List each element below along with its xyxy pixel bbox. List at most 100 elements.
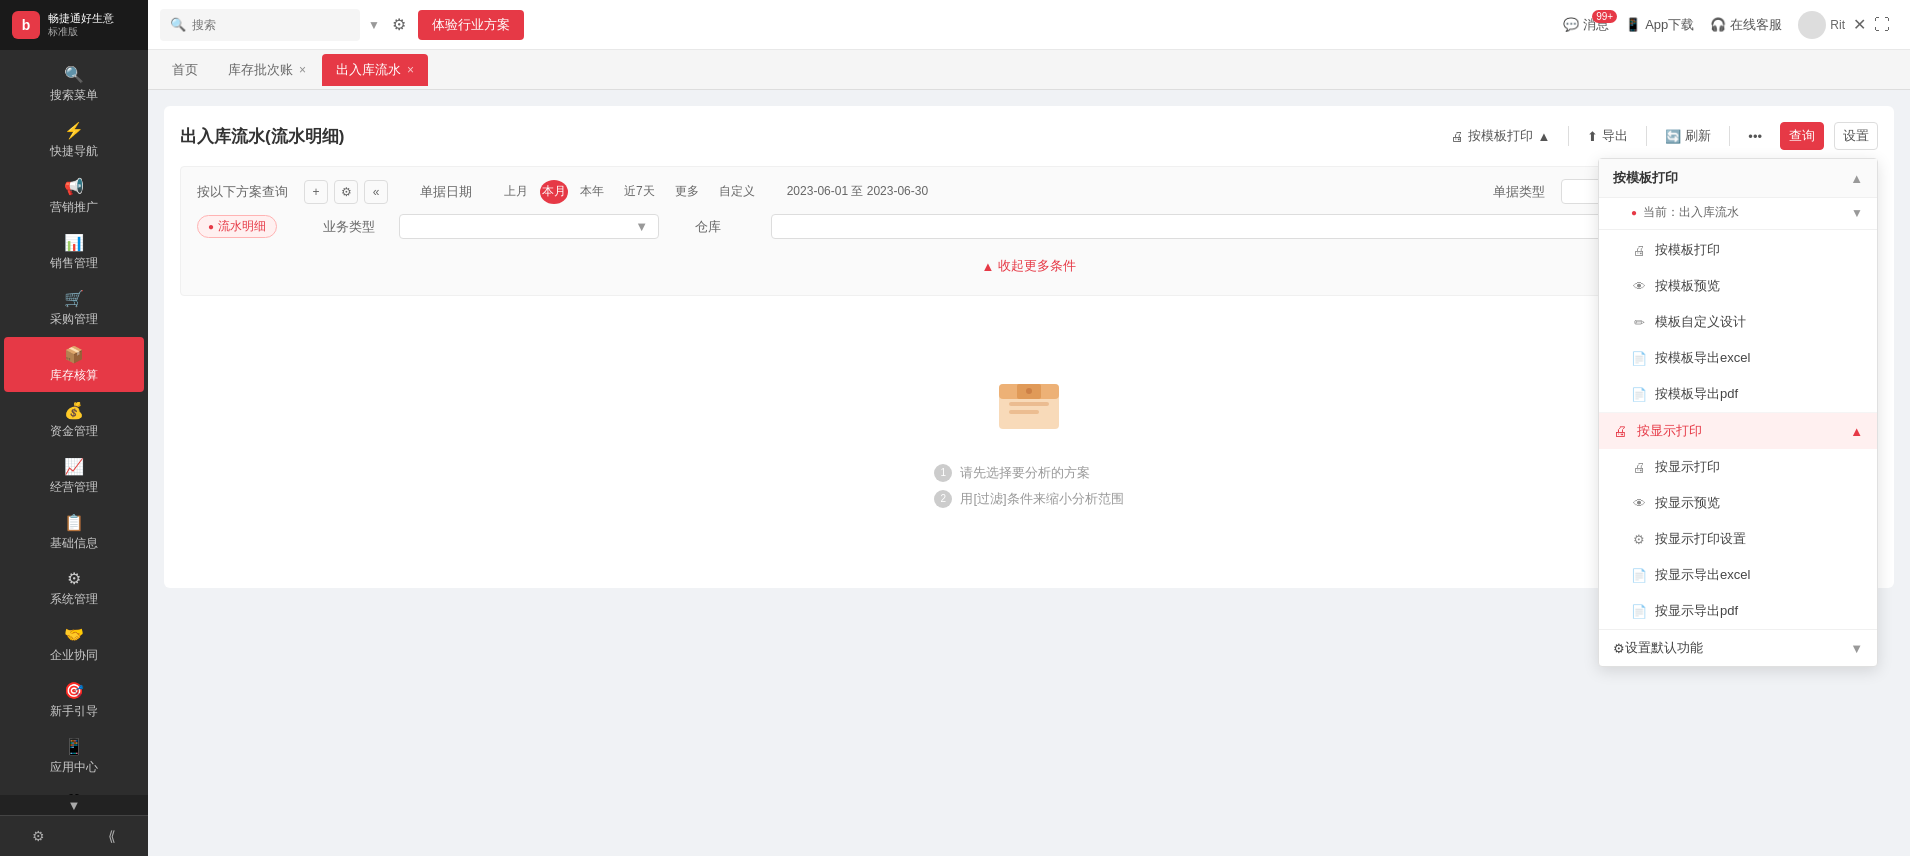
query-btn[interactable]: 查询 [1780, 122, 1824, 150]
filter-collapse-btn[interactable]: « [364, 180, 388, 204]
sidebar-item-label: 新手引导 [50, 703, 98, 720]
dropdown-title: 按模板打印 [1613, 169, 1678, 187]
date-btn-last-month[interactable]: 上月 [496, 180, 536, 203]
doc-type-label: 单据类型 [1493, 183, 1553, 201]
sidebar-scroll-down[interactable]: ▼ [0, 795, 148, 815]
sidebar-item-search[interactable]: 🔍 搜索菜单 [4, 57, 144, 112]
step-2-num: 2 [934, 490, 952, 508]
sidebar-item-quicknav[interactable]: ⚡ 快捷导航 [4, 113, 144, 168]
set-default-icon: ⚙ [1613, 641, 1625, 656]
dropdown-item-template-print[interactable]: 🖨 按模板打印 [1599, 232, 1877, 268]
dropdown-item-display-pdf[interactable]: 📄 按显示导出pdf [1599, 593, 1877, 629]
filter-gear-btn[interactable]: ⚙ [334, 180, 358, 204]
dropdown-footer-label: 设置默认功能 [1625, 639, 1703, 657]
sidebar-item-sales[interactable]: 📊 销售管理 [4, 225, 144, 280]
operation-icon: 📈 [64, 457, 84, 476]
dropdown-item-template-custom[interactable]: ✏ 模板自定义设计 [1599, 304, 1877, 340]
refresh-btn[interactable]: 🔄 刷新 [1657, 123, 1719, 149]
sidebar-item-operation[interactable]: 📈 经营管理 [4, 449, 144, 504]
sidebar-item-wechat[interactable]: 💬 企业微信 [4, 785, 144, 795]
tabbar: 首页 库存批次账 × 出入库流水 × [148, 50, 1910, 90]
step-1-num: 1 [934, 464, 952, 482]
dropdown-item-display-excel[interactable]: 📄 按显示导出excel [1599, 557, 1877, 593]
marketing-icon: 📢 [64, 177, 84, 196]
tab-home[interactable]: 首页 [158, 54, 212, 86]
dropdown-close-icon[interactable]: ▲ [1850, 171, 1863, 186]
sidebar-item-label: 应用中心 [50, 759, 98, 776]
sidebar-item-guide[interactable]: 🎯 新手引导 [4, 673, 144, 728]
search-box[interactable]: 🔍 [160, 9, 360, 41]
search-chevron-icon[interactable]: ▼ [368, 18, 380, 32]
settings-btn[interactable]: ⚙ [24, 824, 53, 848]
topbar-gear-icon[interactable]: ⚙ [388, 11, 410, 38]
dropdown-item-display-settings[interactable]: ⚙ 按显示打印设置 [1599, 521, 1877, 557]
business-type-select[interactable]: ▼ [399, 214, 659, 239]
display-pdf-icon: 📄 [1631, 603, 1647, 619]
template-print-btn[interactable]: 🖨 按模板打印 ▲ [1443, 123, 1558, 149]
app-edition: 标准版 [48, 25, 114, 39]
date-btn-this-year[interactable]: 本年 [572, 180, 612, 203]
tab-batch-close[interactable]: × [299, 63, 306, 77]
settings-page-btn[interactable]: 设置 [1834, 122, 1878, 150]
dropdown-item-template-preview[interactable]: 👁 按模板预览 [1599, 268, 1877, 304]
online-service-btn[interactable]: 🎧 在线客服 [1710, 16, 1782, 34]
date-btn-more[interactable]: 更多 [667, 180, 707, 203]
phone-icon: 📱 [1625, 17, 1641, 32]
step-2-text: 用[过滤]条件来缩小分析范围 [960, 486, 1123, 512]
date-btn-7days[interactable]: 近7天 [616, 180, 663, 203]
sidebar-item-finance[interactable]: 💰 资金管理 [4, 393, 144, 448]
sidebar-item-basic[interactable]: 📋 基础信息 [4, 505, 144, 560]
basic-icon: 📋 [64, 513, 84, 532]
dropdown-footer[interactable]: ⚙ 设置默认功能 ▼ [1599, 629, 1877, 666]
dropdown-item-template-pdf[interactable]: 📄 按模板导出pdf [1599, 376, 1877, 412]
dropdown-item-display-print[interactable]: 🖨 按显示打印 [1599, 449, 1877, 485]
svg-point-3 [1026, 388, 1032, 394]
sidebar-item-label: 搜索菜单 [50, 87, 98, 104]
empty-step-1: 1 请先选择要分析的方案 [934, 460, 1123, 486]
dropdown-item-label: 按模板导出pdf [1655, 385, 1738, 403]
user-avatar-area[interactable]: Rit [1798, 11, 1845, 39]
tab-flow[interactable]: 出入库流水 × [322, 54, 428, 86]
export-btn[interactable]: ⬆ 导出 [1579, 123, 1636, 149]
date-buttons: 上月 本月 本年 近7天 更多 自定义 [496, 180, 763, 204]
app-download-btn[interactable]: 📱 App下载 [1625, 16, 1694, 34]
tab-batch[interactable]: 库存批次账 × [214, 54, 320, 86]
dropdown-display-section-header[interactable]: 🖨 按显示打印 ▲ [1599, 412, 1877, 449]
topbar: 🔍 ▼ ⚙ 体验行业方案 💬 消息 99+ 📱 App下载 🎧 在线客服 Rit [148, 0, 1910, 50]
search-input[interactable] [192, 18, 350, 32]
filter-tag[interactable]: ● 流水明细 [197, 215, 277, 238]
search-icon: 🔍 [170, 17, 186, 32]
dropdown-item-label: 按模板导出excel [1655, 349, 1750, 367]
maximize-icon[interactable]: ⛶ [1874, 16, 1890, 34]
sidebar-item-label: 库存核算 [50, 367, 98, 384]
dropdown-item-display-preview[interactable]: 👁 按显示预览 [1599, 485, 1877, 521]
sidebar-item-purchase[interactable]: 🛒 采购管理 [4, 281, 144, 336]
display-section-arrow: ▲ [1850, 424, 1863, 439]
close-icon[interactable]: ✕ [1853, 15, 1866, 34]
tab-flow-close[interactable]: × [407, 63, 414, 77]
dropdown-item-label: 按显示打印 [1655, 458, 1720, 476]
message-btn[interactable]: 💬 消息 99+ [1563, 16, 1609, 34]
sidebar-item-apps[interactable]: 📱 应用中心 [4, 729, 144, 784]
filter-add-btn[interactable]: + [304, 180, 328, 204]
current-label[interactable]: ● 当前：出入库流水 ▼ [1599, 198, 1877, 227]
collapse-btn[interactable]: ⟪ [100, 824, 124, 848]
industry-btn[interactable]: 体验行业方案 [418, 10, 524, 40]
business-chevron-icon: ▼ [635, 219, 648, 234]
empty-step-2: 2 用[过滤]条件来缩小分析范围 [934, 486, 1123, 512]
more-btn[interactable]: ••• [1740, 125, 1770, 148]
dropdown-item-template-excel[interactable]: 📄 按模板导出excel [1599, 340, 1877, 376]
tab-batch-label: 库存批次账 [228, 61, 293, 79]
sidebar-item-marketing[interactable]: 📢 营销推广 [4, 169, 144, 224]
sidebar-item-inventory[interactable]: 📦 库存核算 [4, 337, 144, 392]
tag-icon: ● [208, 221, 214, 232]
sidebar-item-collab[interactable]: 🤝 企业协同 [4, 617, 144, 672]
dropdown-item-label: 模板自定义设计 [1655, 313, 1746, 331]
sidebar-item-system[interactable]: ⚙ 系统管理 [4, 561, 144, 616]
sidebar-item-label: 经营管理 [50, 479, 98, 496]
up-arrow-icon: ▲ [1537, 129, 1550, 144]
date-btn-this-month[interactable]: 本月 [540, 180, 568, 204]
date-btn-custom[interactable]: 自定义 [711, 180, 763, 203]
refresh-icon: 🔄 [1665, 129, 1681, 144]
dropdown-panel: 按模板打印 ▲ ● 当前：出入库流水 ▼ 🖨 [1598, 158, 1878, 667]
